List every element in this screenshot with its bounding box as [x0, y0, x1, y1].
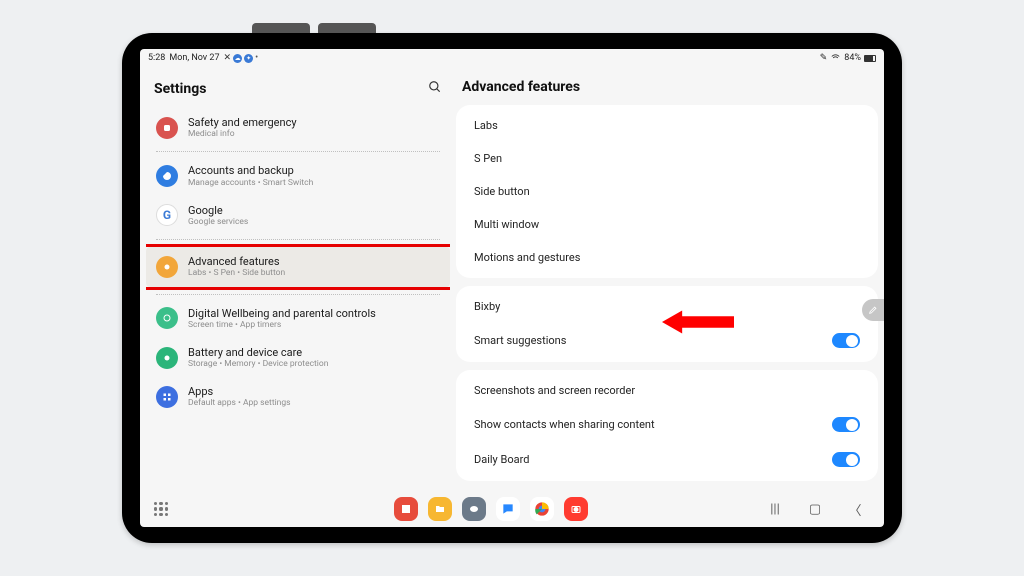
cloud-sync-icon: [156, 165, 178, 187]
sidebar-item-sub: Screen time • App timers: [188, 320, 376, 330]
settings-group: Screenshots and screen recorder Show con…: [456, 370, 878, 481]
row-label: Side button: [474, 185, 530, 198]
page-title: Settings: [154, 81, 206, 97]
status-notification-icons: ✕ ☁ ✦ •: [224, 53, 259, 63]
sidebar-item-sub: Labs • S Pen • Side button: [188, 268, 285, 278]
sidebar-item-label: Battery and device care: [188, 346, 328, 359]
more-icon: •: [255, 53, 258, 63]
settings-group: Labs S Pen Side button Multi window Moti…: [456, 105, 878, 278]
row-label: Smart suggestions: [474, 334, 566, 347]
app-files-icon[interactable]: [428, 497, 452, 521]
sidebar-item-sub: Manage accounts • Smart Switch: [188, 178, 313, 188]
nav-bar: ||| ▢ 〈: [768, 500, 870, 519]
sidebar-item-sub: Google services: [188, 217, 248, 227]
status-time: 5:28: [148, 53, 165, 63]
tablet-hw-buttons: [252, 23, 376, 33]
advanced-icon: [156, 256, 178, 278]
toggle-switch[interactable]: [832, 452, 860, 467]
row-daily-board[interactable]: Daily Board: [456, 442, 878, 477]
row-smart-suggestions[interactable]: Smart suggestions: [456, 323, 878, 358]
sidebar-item-sub: Medical info: [188, 129, 297, 139]
battery-label: 84%: [844, 53, 861, 63]
row-motions-gestures[interactable]: Motions and gestures: [456, 241, 878, 274]
sidebar-item-battery[interactable]: Battery and device careStorage • Memory …: [146, 338, 450, 377]
row-label: Show contacts when sharing content: [474, 418, 655, 431]
app-messages-icon[interactable]: [496, 497, 520, 521]
safety-icon: [156, 117, 178, 139]
sidebar-item-safety[interactable]: Safety and emergencyMedical info: [146, 108, 450, 147]
row-label: Labs: [474, 119, 498, 132]
sidebar-item-label: Accounts and backup: [188, 164, 313, 177]
row-show-contacts[interactable]: Show contacts when sharing content: [456, 407, 878, 442]
taskbar-apps: [394, 497, 588, 521]
sidebar-item-wellbeing[interactable]: Digital Wellbeing and parental controlsS…: [146, 299, 450, 338]
row-screenshots[interactable]: Screenshots and screen recorder: [456, 374, 878, 407]
sidebar-item-label: Digital Wellbeing and parental controls: [188, 307, 376, 320]
toggle-switch[interactable]: [832, 333, 860, 348]
divider: [156, 151, 440, 152]
sidebar-item-accounts[interactable]: Accounts and backupManage accounts • Sma…: [146, 156, 450, 195]
taskbar: ||| ▢ 〈: [140, 491, 884, 527]
row-labs[interactable]: Labs: [456, 109, 878, 142]
app-camera-icon[interactable]: [564, 497, 588, 521]
notification-icon: ✦: [244, 54, 253, 63]
nav-home-button[interactable]: ▢: [808, 502, 822, 517]
pen-icon: ✎: [820, 53, 828, 63]
battery-icon: [864, 55, 876, 62]
detail-panel: Advanced features Labs S Pen Side button…: [456, 71, 878, 491]
sidebar-item-label: Advanced features: [188, 255, 285, 268]
app-flipboard-icon[interactable]: [394, 497, 418, 521]
content-area: Settings Safety and emergencyMedical inf…: [140, 67, 884, 491]
sidebar-item-google[interactable]: G GoogleGoogle services: [146, 196, 450, 235]
sidebar-item-sub: Storage • Memory • Device protection: [188, 359, 328, 369]
app-chrome-icon[interactable]: [530, 497, 554, 521]
settings-group: Bixby Smart suggestions: [456, 286, 878, 362]
sidebar-item-apps[interactable]: AppsDefault apps • App settings: [146, 377, 450, 416]
google-icon: G: [156, 204, 178, 226]
wellbeing-icon: [156, 307, 178, 329]
divider: [156, 239, 440, 240]
status-bar: 5:28 Mon, Nov 27 ✕ ☁ ✦ • ✎ 84%: [140, 49, 884, 67]
highlight-callout: Advanced featuresLabs • S Pen • Side but…: [146, 244, 450, 289]
divider: [156, 294, 440, 295]
row-label: Bixby: [474, 300, 500, 313]
toggle-switch[interactable]: [832, 417, 860, 432]
app-discord-icon[interactable]: [462, 497, 486, 521]
notification-icon: ☁: [233, 54, 242, 63]
apps-icon: [156, 386, 178, 408]
row-label: Daily Board: [474, 453, 529, 466]
status-date: Mon, Nov 27: [169, 53, 219, 63]
search-icon[interactable]: [428, 79, 442, 98]
battery-care-icon: [156, 347, 178, 369]
row-label: S Pen: [474, 152, 502, 165]
nav-recents-button[interactable]: |||: [768, 502, 782, 517]
detail-title: Advanced features: [456, 71, 878, 105]
row-bixby[interactable]: Bixby: [456, 290, 878, 323]
row-label: Motions and gestures: [474, 251, 580, 264]
apps-drawer-icon[interactable]: [154, 502, 168, 516]
row-label: Multi window: [474, 218, 539, 231]
row-side-button[interactable]: Side button: [456, 175, 878, 208]
sidebar-item-label: Apps: [188, 385, 291, 398]
sidebar-item-label: Google: [188, 204, 248, 217]
nav-back-button[interactable]: 〈: [848, 500, 862, 519]
tablet-frame: 5:28 Mon, Nov 27 ✕ ☁ ✦ • ✎ 84%: [122, 33, 902, 543]
sidebar-item-label: Safety and emergency: [188, 116, 297, 129]
row-spen[interactable]: S Pen: [456, 142, 878, 175]
screen: 5:28 Mon, Nov 27 ✕ ☁ ✦ • ✎ 84%: [140, 49, 884, 527]
row-label: Screenshots and screen recorder: [474, 384, 635, 397]
edge-panel-handle[interactable]: [862, 299, 884, 321]
scissors-icon: ✕: [224, 53, 232, 63]
sidebar-item-advanced-features[interactable]: Advanced featuresLabs • S Pen • Side but…: [146, 247, 450, 286]
settings-sidebar: Settings Safety and emergencyMedical inf…: [146, 71, 450, 491]
sidebar-item-sub: Default apps • App settings: [188, 398, 291, 408]
wifi-icon: [830, 51, 841, 65]
row-multi-window[interactable]: Multi window: [456, 208, 878, 241]
